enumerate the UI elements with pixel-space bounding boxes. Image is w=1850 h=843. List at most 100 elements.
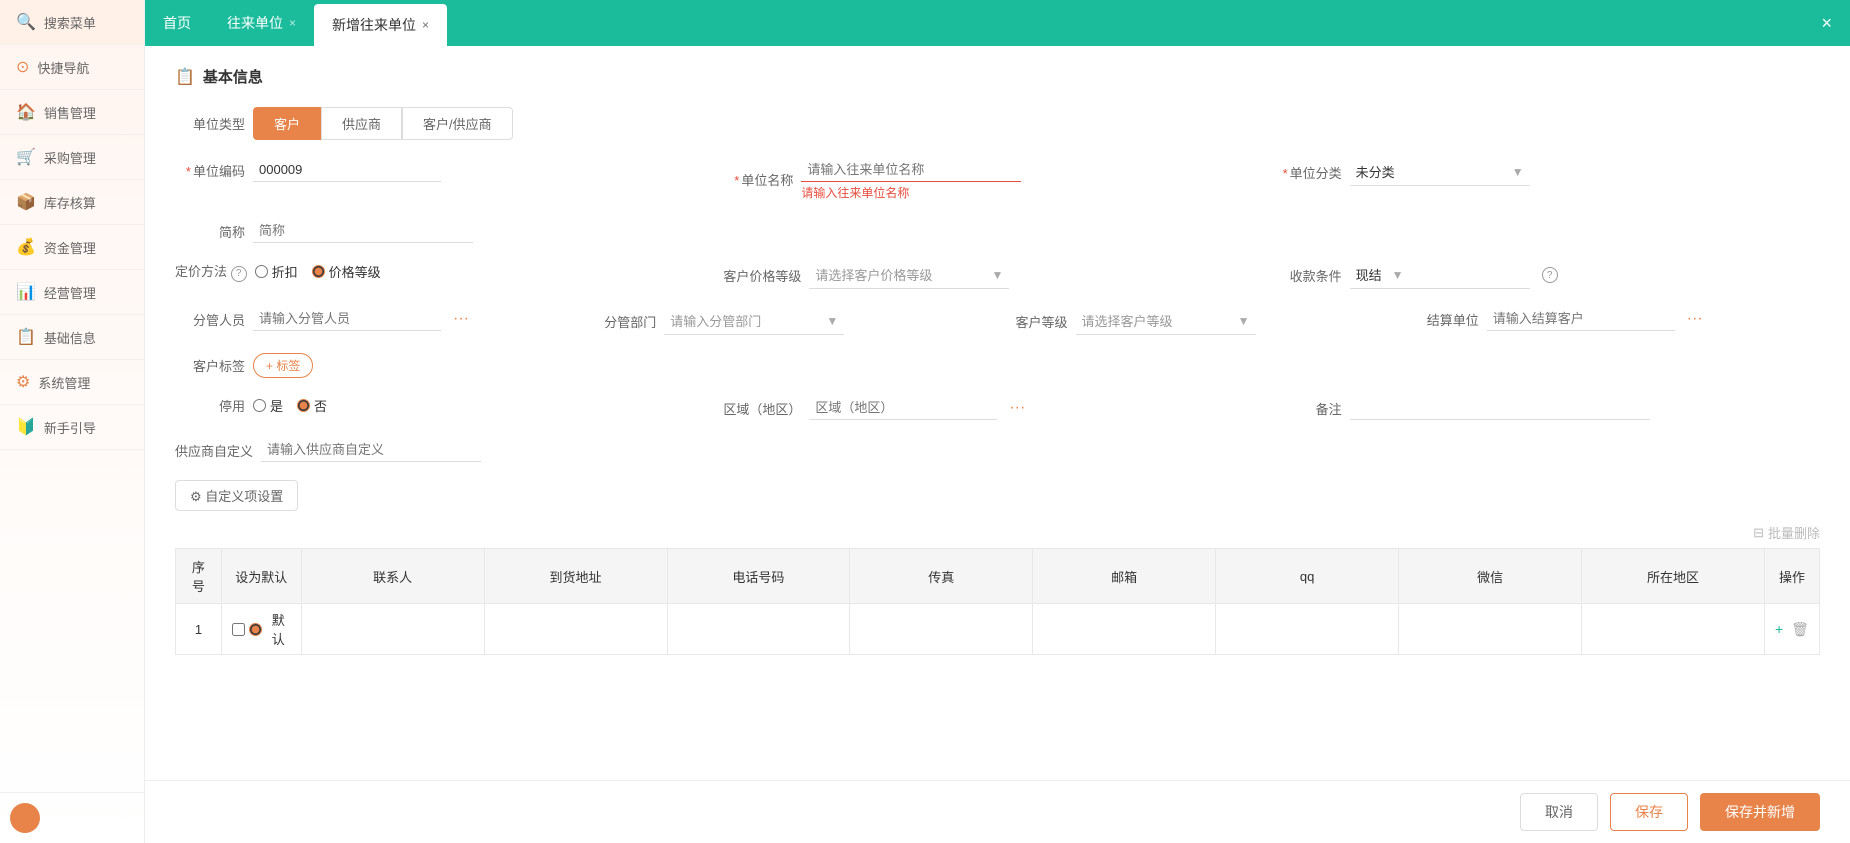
tab-new-contact[interactable]: 新增往来单位 × [314, 4, 447, 46]
search-icon: 🔍 [16, 12, 36, 32]
add-tag-button[interactable]: + 标签 [253, 353, 313, 378]
row-region-input[interactable] [1592, 622, 1754, 637]
row-fax-input[interactable] [860, 622, 1022, 637]
row-customer-tag: 客户标签 + 标签 [175, 353, 1820, 378]
radio-price-level[interactable]: 价格等级 [312, 262, 381, 281]
region-input[interactable] [809, 396, 997, 420]
unit-category-chevron: ▼ [1512, 165, 1524, 179]
customer-price-level-group: 客户价格等级 请选择客户价格等级 ▼ [723, 261, 1271, 289]
row-default-radio[interactable] [249, 623, 262, 636]
row-phone-input[interactable] [678, 622, 840, 637]
radio-discount-input[interactable] [255, 265, 268, 278]
row-contact[interactable] [301, 604, 484, 655]
unit-name-input-wrap: 请输入往来单位名称 [801, 158, 1021, 201]
sidebar-item-operations[interactable]: 📊 经营管理 [0, 270, 144, 315]
customer-price-level-placeholder: 请选择客户价格等级 [809, 261, 960, 288]
gear-icon: ⚙ [16, 372, 30, 392]
row-checkbox[interactable] [232, 623, 245, 636]
custom-settings-button[interactable]: ⚙ 自定义项设置 [175, 480, 298, 511]
row-contact-input[interactable] [312, 622, 474, 637]
sidebar-item-search[interactable]: 🔍 搜索菜单 [0, 0, 144, 45]
btn-supplier[interactable]: 供应商 [321, 107, 402, 140]
row-qq-input[interactable] [1226, 622, 1388, 637]
btn-customer[interactable]: 客户 [253, 107, 321, 140]
supplier-custom-input[interactable] [261, 438, 481, 462]
radio-disabled-yes-input[interactable] [253, 399, 266, 412]
settlement-unit-input[interactable] [1487, 307, 1675, 331]
tab-home[interactable]: 首页 [145, 0, 209, 46]
radio-discount[interactable]: 折扣 [255, 262, 298, 281]
unit-code-input[interactable] [253, 158, 441, 182]
sidebar-item-basic-info[interactable]: 📋 基础信息 [0, 315, 144, 360]
row-default-radio-label[interactable]: 默认 [249, 610, 291, 648]
row-wechat[interactable] [1399, 604, 1582, 655]
row-region-cell[interactable] [1582, 604, 1765, 655]
unit-code-label: *单位编码 [175, 161, 245, 180]
row-wechat-input[interactable] [1409, 622, 1571, 637]
row-add-btn[interactable]: + [1775, 621, 1783, 638]
radio-no[interactable]: 否 [297, 396, 327, 415]
row-email-input[interactable] [1043, 622, 1205, 637]
btn-both[interactable]: 客户/供应商 [402, 107, 513, 140]
radio-disabled-no-input[interactable] [297, 399, 310, 412]
row-address[interactable] [484, 604, 667, 655]
tab-new-contact-close[interactable]: × [422, 18, 429, 32]
sidebar-item-system[interactable]: ⚙ 系统管理 [0, 360, 144, 405]
remarks-input[interactable] [1350, 396, 1650, 420]
col-contact: 联系人 [301, 549, 484, 604]
nav-icon: ⊙ [16, 57, 29, 77]
clipboard-icon: 📋 [16, 327, 36, 347]
row-fax[interactable] [850, 604, 1033, 655]
sidebar-item-purchase[interactable]: 🛒 采购管理 [0, 135, 144, 180]
pricing-radio-group: 折扣 价格等级 [255, 262, 381, 281]
pricing-help-icon[interactable]: ? [231, 266, 247, 282]
radio-price-level-input[interactable] [312, 265, 325, 278]
row-email[interactable] [1033, 604, 1216, 655]
unit-name-input[interactable] [801, 158, 1021, 182]
section-title: 基本信息 [203, 66, 263, 87]
sidebar-item-guide[interactable]: 🔰 新手引导 [0, 405, 144, 450]
row-delete-btn[interactable]: 🗑 [1791, 621, 1809, 638]
department-select[interactable]: 请输入分管部门 ▼ [664, 307, 844, 335]
unit-type-row: 单位类型 客户 供应商 客户/供应商 [175, 107, 1820, 140]
sidebar-item-quick-nav[interactable]: ⊙ 快捷导航 [0, 45, 144, 90]
tab-bar-close[interactable]: × [1803, 13, 1850, 34]
short-name-input[interactable] [253, 219, 473, 243]
radio-yes[interactable]: 是 [253, 396, 283, 415]
region-group: 区域（地区） ··· [723, 396, 1271, 420]
sidebar-item-inventory[interactable]: 📦 库存核算 [0, 180, 144, 225]
customer-level-select[interactable]: 请选择客户等级 ▼ [1076, 307, 1256, 335]
row-phone[interactable] [667, 604, 850, 655]
sidebar-item-sales[interactable]: 🏠 销售管理 [0, 90, 144, 135]
unit-type-label: 单位类型 [175, 114, 245, 133]
unit-category-group: *单位分类 未分类 ▼ [1272, 158, 1820, 186]
row-index: 1 [176, 604, 222, 655]
tab-contacts-close[interactable]: × [289, 16, 296, 30]
manager-more-btn[interactable]: ··· [449, 310, 473, 328]
payment-terms-group: 收款条件 现结 ▼ ? [1272, 261, 1820, 289]
sidebar-item-finance[interactable]: 💰 资金管理 [0, 225, 144, 270]
customer-price-level-select[interactable]: 请选择客户价格等级 ▼ [809, 261, 1009, 289]
settlement-more-btn[interactable]: ··· [1683, 310, 1707, 328]
row-qq[interactable] [1216, 604, 1399, 655]
row-address-input[interactable] [495, 622, 657, 637]
payment-help-icon[interactable]: ? [1542, 267, 1558, 283]
customer-price-level-label: 客户价格等级 [723, 266, 801, 285]
customer-level-placeholder: 请选择客户等级 [1076, 307, 1201, 334]
batch-delete-label[interactable]: 批量删除 [1768, 523, 1820, 542]
department-chevron: ▼ [826, 314, 838, 328]
unit-type-group: 单位类型 客户 供应商 客户/供应商 [175, 107, 1820, 140]
payment-terms-select[interactable]: 现结 ▼ [1350, 261, 1530, 289]
save-new-button[interactable]: 保存并新增 [1700, 793, 1820, 831]
row-manager: 分管人员 ··· 分管部门 请输入分管部门 ▼ 客户等级 请选择客户等级 ▼ 结… [175, 307, 1820, 335]
region-more-btn[interactable]: ··· [1005, 399, 1029, 417]
col-email: 邮箱 [1033, 549, 1216, 604]
short-name-label: 简称 [175, 222, 245, 241]
manager-input[interactable] [253, 307, 441, 331]
chart-icon: 📊 [16, 282, 36, 302]
cancel-button[interactable]: 取消 [1520, 793, 1598, 831]
save-button[interactable]: 保存 [1610, 793, 1688, 831]
guide-icon: 🔰 [16, 417, 36, 437]
supplier-custom-group: 供应商自定义 [175, 438, 1820, 462]
tab-contacts[interactable]: 往来单位 × [209, 0, 314, 46]
